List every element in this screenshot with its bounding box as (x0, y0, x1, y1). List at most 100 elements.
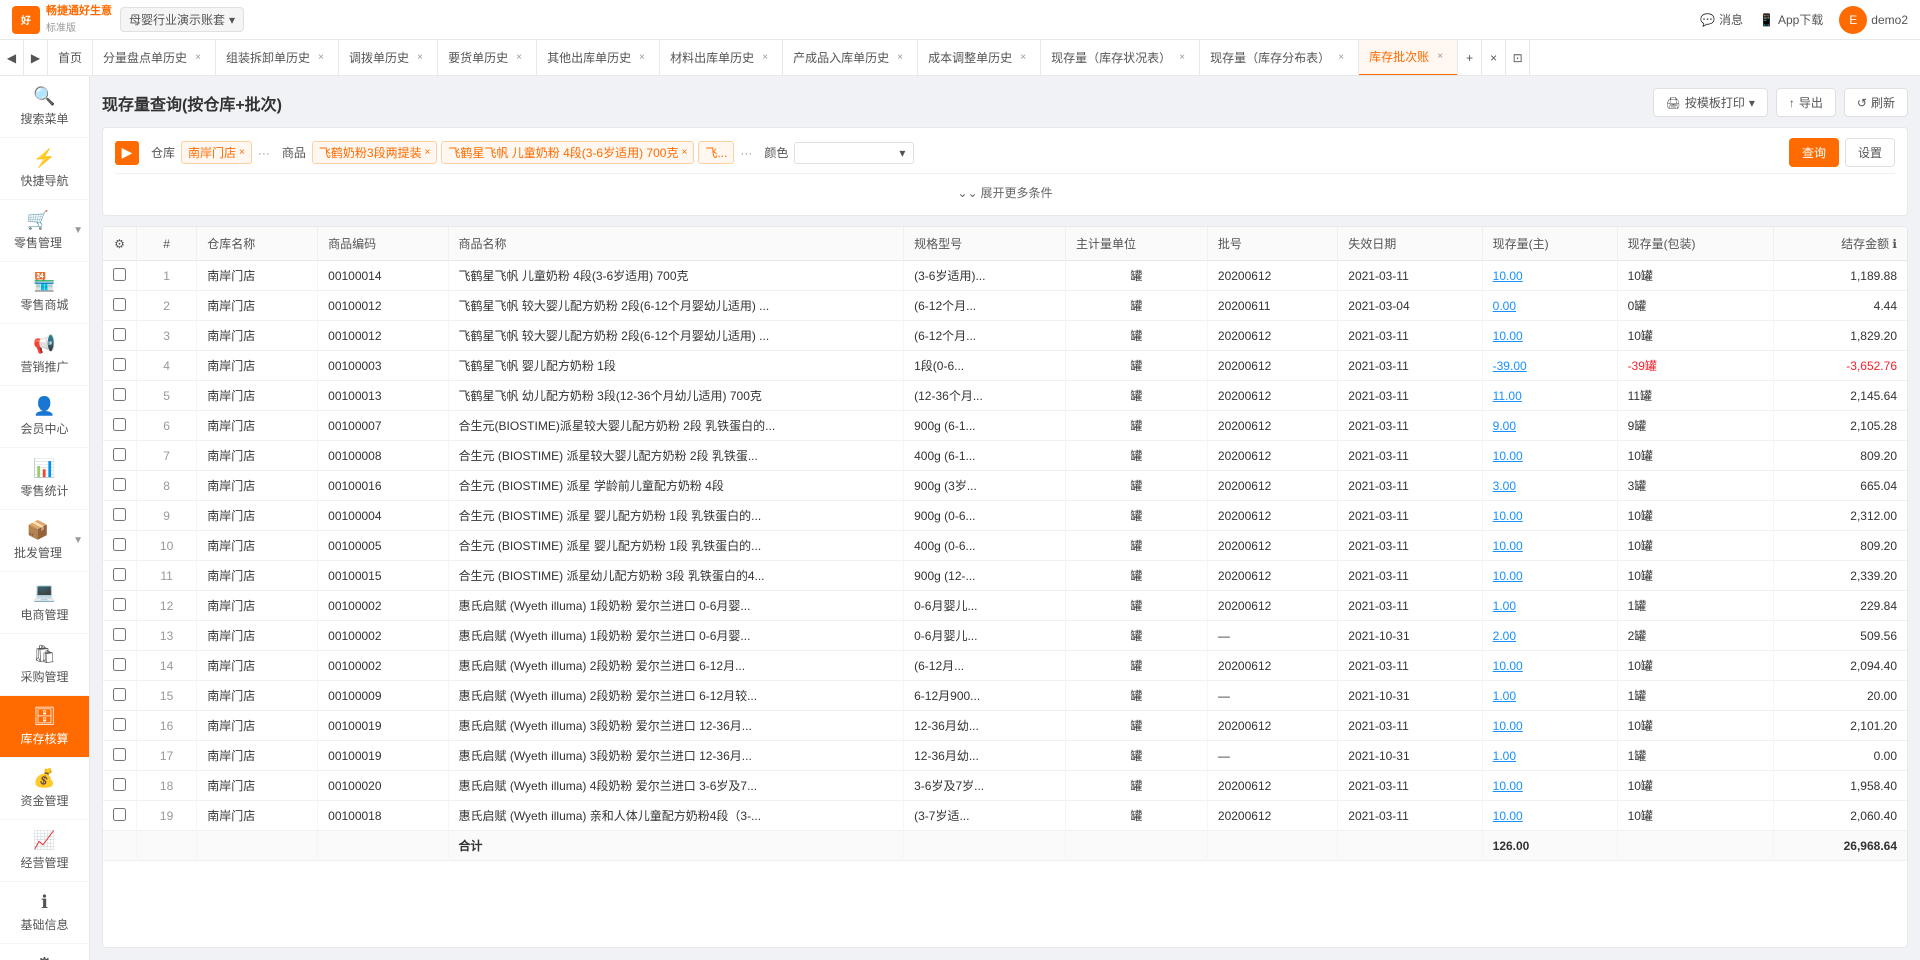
tab-batch-voucher[interactable]: 库存批次账 × (1359, 40, 1458, 76)
row-checkbox[interactable] (103, 801, 137, 831)
row-stock-main[interactable]: 1.00 (1482, 681, 1617, 711)
sidebar-item-member[interactable]: 👤 会员中心 (0, 386, 89, 448)
sidebar-item-retail[interactable]: 🛒 零售管理 ▼ (0, 200, 89, 262)
row-checkbox[interactable] (103, 741, 137, 771)
sidebar-item-system[interactable]: ⚙ 系统管理 (0, 944, 89, 960)
product-tag-2-close[interactable]: × (681, 147, 687, 158)
tab-material-out[interactable]: 材料出库单历史 × (660, 40, 783, 76)
row-checkbox[interactable] (103, 381, 137, 411)
tab-close-disassemble[interactable]: × (314, 51, 328, 65)
tab-scroll-left[interactable]: ◀ (0, 40, 24, 76)
message-button[interactable]: 💬 消息 (1700, 11, 1743, 28)
sidebar-item-wholesale[interactable]: 📦 批发管理 ▼ (0, 510, 89, 572)
tab-scroll-right[interactable]: ▶ (24, 40, 48, 76)
expand-btn[interactable]: ⌄⌄ 展开更多条件 (949, 180, 1060, 205)
tab-product-in[interactable]: 产成品入库单历史 × (783, 40, 918, 76)
row-stock-main[interactable]: 10.00 (1482, 531, 1617, 561)
row-stock-main[interactable]: 9.00 (1482, 411, 1617, 441)
tab-close-cost-adjust[interactable]: × (1016, 51, 1030, 65)
sidebar-item-retail-shop[interactable]: 🏪 零售商城 (0, 262, 89, 324)
user-menu[interactable]: E demo2 (1839, 6, 1908, 34)
color-select-button[interactable]: ▾ (794, 142, 914, 164)
row-stock-main[interactable]: 10.00 (1482, 711, 1617, 741)
row-checkbox[interactable] (103, 501, 137, 531)
filter-toggle-button[interactable]: ▶ (115, 141, 139, 165)
sidebar-item-ecommerce[interactable]: 💻 电商管理 (0, 572, 89, 634)
row-stock-main[interactable]: 10.00 (1482, 261, 1617, 291)
row-stock-main[interactable]: -39.00 (1482, 351, 1617, 381)
settings-button[interactable]: 设置 (1845, 138, 1895, 167)
tab-cost-adjust[interactable]: 成本调整单历史 × (918, 40, 1041, 76)
row-checkbox[interactable] (103, 531, 137, 561)
row-checkbox[interactable] (103, 681, 137, 711)
row-stock-main[interactable]: 1.00 (1482, 741, 1617, 771)
row-stock-main[interactable]: 10.00 (1482, 501, 1617, 531)
export-button[interactable]: ↑ 导出 (1776, 88, 1836, 117)
tab-close-requisition[interactable]: × (512, 51, 526, 65)
product-tag-1-close[interactable]: × (425, 147, 431, 158)
product-more-button[interactable]: ··· (740, 146, 752, 160)
tab-close-product-in[interactable]: × (893, 51, 907, 65)
tab-disassemble[interactable]: 组装拆卸单历史 × (216, 40, 339, 76)
row-checkbox[interactable] (103, 411, 137, 441)
row-stock-main[interactable]: 10.00 (1482, 771, 1617, 801)
tab-close-batch-voucher[interactable]: × (1433, 50, 1447, 64)
row-checkbox[interactable] (103, 471, 137, 501)
refresh-button[interactable]: ↺ 刷新 (1844, 88, 1908, 117)
sidebar-item-basics[interactable]: ℹ 基础信息 (0, 882, 89, 944)
row-stock-main[interactable]: 0.00 (1482, 291, 1617, 321)
tab-add-button[interactable]: + (1458, 40, 1482, 76)
row-checkbox[interactable] (103, 291, 137, 321)
sidebar-item-search[interactable]: 🔍 搜索菜单 (0, 76, 89, 138)
tab-restore[interactable]: ⊡ (1506, 40, 1530, 76)
sidebar-item-finance[interactable]: 💰 资金管理 (0, 758, 89, 820)
tab-close-other-out[interactable]: × (635, 51, 649, 65)
row-stock-main[interactable]: 11.00 (1482, 381, 1617, 411)
sidebar-item-shortcut[interactable]: ⚡ 快捷导航 (0, 138, 89, 200)
sidebar-item-purchase[interactable]: 🛍 采购管理 (0, 634, 89, 696)
row-stock-main[interactable]: 10.00 (1482, 801, 1617, 831)
table-container[interactable]: ⚙ # 仓库名称 商品编码 商品名称 规格型号 主计量单位 批号 失效日期 现存… (103, 227, 1907, 947)
row-checkbox[interactable] (103, 261, 137, 291)
row-checkbox[interactable] (103, 711, 137, 741)
th-settings[interactable]: ⚙ (103, 227, 137, 261)
warehouse-more-button[interactable]: ··· (258, 146, 270, 160)
app-download-button[interactable]: 📱 App下载 (1759, 11, 1823, 28)
sidebar-item-inventory[interactable]: 🗄 库存核算 (0, 696, 89, 758)
template-print-button[interactable]: 🖨 按模板打印 ▾ (1653, 88, 1768, 117)
tab-other-out[interactable]: 其他出库单历史 × (537, 40, 660, 76)
row-checkbox[interactable] (103, 591, 137, 621)
row-stock-main[interactable]: 10.00 (1482, 651, 1617, 681)
query-button[interactable]: 查询 (1789, 138, 1839, 167)
tab-close-material-out[interactable]: × (758, 51, 772, 65)
tab-requisition[interactable]: 要货单历史 × (438, 40, 537, 76)
row-checkbox[interactable] (103, 441, 137, 471)
row-stock-main[interactable]: 2.00 (1482, 621, 1617, 651)
row-checkbox[interactable] (103, 561, 137, 591)
tab-close-all[interactable]: × (1482, 40, 1506, 76)
row-stock-main[interactable]: 10.00 (1482, 561, 1617, 591)
row-stock-main[interactable]: 10.00 (1482, 441, 1617, 471)
tab-inventory-status[interactable]: 现存量（库存状况表） × (1041, 40, 1200, 76)
row-stock-main[interactable]: 1.00 (1482, 591, 1617, 621)
tab-inventory-dist[interactable]: 现存量（库存分布表） × (1200, 40, 1359, 76)
tab-close-inventory-dist[interactable]: × (1334, 51, 1348, 65)
tab-close-inventory-status[interactable]: × (1175, 51, 1189, 65)
row-checkbox[interactable] (103, 321, 137, 351)
sidebar-item-retail-stat[interactable]: 📊 零售统计 (0, 448, 89, 510)
row-stock-main[interactable]: 10.00 (1482, 321, 1617, 351)
warehouse-tag-close[interactable]: × (239, 147, 245, 158)
row-checkbox[interactable] (103, 621, 137, 651)
tab-partial-inventory[interactable]: 分量盘点单历史 × (93, 40, 216, 76)
sidebar-item-marketing[interactable]: 📢 营销推广 (0, 324, 89, 386)
sidebar-item-operations[interactable]: 📈 经营管理 (0, 820, 89, 882)
row-stock-main[interactable]: 3.00 (1482, 471, 1617, 501)
product-tag-more[interactable]: 飞... (698, 141, 734, 164)
org-selector[interactable]: 母婴行业演示账套 ▾ (120, 7, 244, 32)
tab-close-blending[interactable]: × (413, 51, 427, 65)
row-checkbox[interactable] (103, 771, 137, 801)
tab-close-partial-inventory[interactable]: × (191, 51, 205, 65)
tab-home[interactable]: 首页 (48, 40, 93, 76)
row-checkbox[interactable] (103, 651, 137, 681)
tab-blending[interactable]: 调拨单历史 × (339, 40, 438, 76)
